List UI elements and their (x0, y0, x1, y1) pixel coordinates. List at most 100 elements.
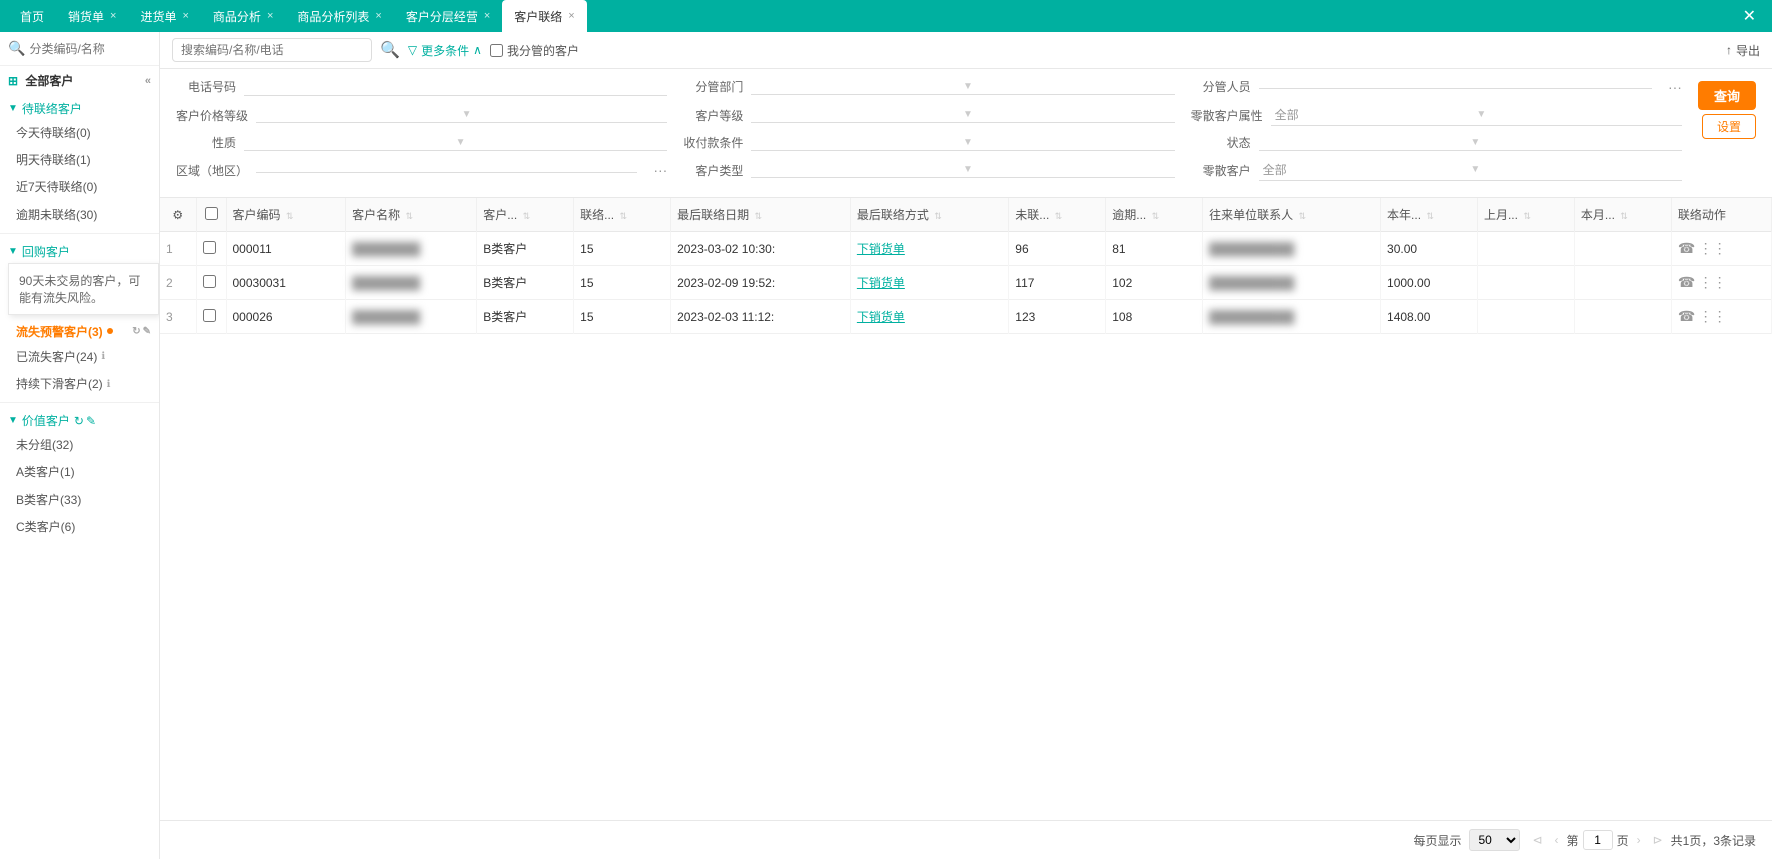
export-btn[interactable]: ↑ 导出 (1726, 42, 1760, 59)
tab-goods-list-close[interactable]: × (375, 10, 381, 22)
customer-type-arrow: ▼ (963, 164, 1171, 175)
sidebar-section-churn[interactable]: ▼ 回购客户 (0, 238, 159, 263)
col-last-contact-date[interactable]: 最后联络日期 ⇅ (671, 198, 851, 232)
col-overdue-sort-icon: ⇅ (1152, 211, 1160, 221)
tab-sales-close[interactable]: × (110, 10, 116, 22)
region-dots[interactable]: ··· (653, 162, 667, 178)
dept-select[interactable]: ▼ (751, 79, 1174, 95)
edit-icon[interactable]: ✎ (143, 326, 151, 337)
sidebar-item-overdue[interactable]: 逾期未联络(30) (0, 202, 159, 229)
tab-goods-analysis[interactable]: 商品分析 × (201, 0, 285, 32)
col-this-year[interactable]: 本年... ⇅ (1381, 198, 1478, 232)
col-name[interactable]: 客户名称 ⇅ (346, 198, 477, 232)
col-last-contact-method[interactable]: 最后联络方式 ⇅ (850, 198, 1008, 232)
tab-customer-contact[interactable]: 客户联络 × (502, 0, 586, 32)
zero-customer-select[interactable]: 全部 ▼ (1259, 159, 1682, 181)
customer-type-select[interactable]: ▼ (751, 162, 1174, 178)
sidebar-item-churn-declining[interactable]: 持续下滑客户(2) ℹ (0, 371, 159, 398)
per-page-select[interactable]: 50 100 200 (1469, 829, 1520, 851)
cell-last-contact-method[interactable]: 下销货单 (850, 232, 1008, 266)
sidebar-item-today[interactable]: 今天待联络(0) (0, 120, 159, 147)
sidebar-item-tomorrow[interactable]: 明天待联络(1) (0, 147, 159, 174)
phone-input[interactable] (244, 77, 667, 96)
cell-checkbox[interactable] (196, 266, 226, 300)
more-conditions-btn[interactable]: ▽ 更多条件 ∧ (408, 42, 482, 59)
col-contact[interactable]: 联络... ⇅ (574, 198, 671, 232)
action-more-icon[interactable]: ⋮⋮ (1699, 274, 1727, 290)
value-refresh-icon[interactable]: ↻ (74, 414, 84, 428)
action-contact-icon[interactable]: ☎ (1678, 240, 1695, 256)
tab-customer-segment-close[interactable]: × (484, 10, 490, 22)
person-select[interactable] (1259, 84, 1652, 89)
zero-attr-label: 零散客户属性 (1191, 107, 1263, 124)
search-input[interactable] (172, 38, 372, 62)
action-contact-icon[interactable]: ☎ (1678, 274, 1695, 290)
price-level-select[interactable]: ▼ (256, 107, 667, 123)
payment-select[interactable]: ▼ (751, 135, 1174, 151)
col-type[interactable]: 客户... ⇅ (477, 198, 574, 232)
action-more-icon[interactable]: ⋮⋮ (1699, 240, 1727, 256)
status-select[interactable]: ▼ (1259, 135, 1682, 151)
value-edit-icon[interactable]: ✎ (86, 414, 96, 428)
sidebar-search-input[interactable] (29, 42, 160, 56)
col-unit-contact[interactable]: 往来单位联系人 ⇅ (1203, 198, 1381, 232)
tab-home[interactable]: 首页 (8, 0, 56, 32)
query-button[interactable]: 查询 (1698, 81, 1756, 110)
pending-section-label: 待联络客户 (22, 100, 82, 117)
my-customers-checkbox-label[interactable]: 我分管的客户 (490, 42, 579, 59)
sidebar-search-icon: 🔍 (8, 40, 25, 57)
cell-checkbox[interactable] (196, 300, 226, 334)
tab-purchase-close[interactable]: × (182, 10, 188, 22)
search-button[interactable]: 🔍 (380, 40, 400, 60)
sidebar-item-unsegmented[interactable]: 未分组(32) (0, 432, 159, 459)
sidebar-item-class-c[interactable]: C类客户(6) (0, 514, 159, 541)
tab-customer-segment[interactable]: 客户分层经营 × (394, 0, 502, 32)
select-all-checkbox[interactable] (205, 207, 218, 220)
sidebar-item-week[interactable]: 近7天待联络(0) (0, 174, 159, 201)
customer-level-select[interactable]: ▼ (751, 107, 1174, 123)
sidebar-section-pending[interactable]: ▼ 待联络客户 (0, 95, 159, 120)
tab-goods-list[interactable]: 商品分析列表 × (285, 0, 393, 32)
settings-button[interactable]: 设置 (1702, 114, 1756, 139)
action-contact-icon[interactable]: ☎ (1678, 308, 1695, 324)
first-page-btn[interactable]: ⊲ (1528, 831, 1546, 849)
cell-actions: ☎ ⋮⋮ (1671, 232, 1771, 266)
col-settings[interactable]: ⚙ (160, 198, 196, 232)
page-input[interactable] (1583, 830, 1613, 850)
tab-purchase[interactable]: 进货单 × (128, 0, 200, 32)
col-checkbox[interactable] (196, 198, 226, 232)
last-page-btn[interactable]: ⊳ (1649, 831, 1667, 849)
prev-page-btn[interactable]: ‹ (1551, 831, 1563, 849)
sidebar-item-churn-lost[interactable]: 已流失客户(24) ℹ (0, 344, 159, 371)
cell-checkbox[interactable] (196, 232, 226, 266)
region-label: 区域（地区） (176, 162, 248, 179)
col-overdue[interactable]: 逾期... ⇅ (1106, 198, 1203, 232)
sidebar-item-churn-warning[interactable]: 流失预警客户(3) ↻ ✎ (0, 319, 159, 344)
next-page-btn[interactable]: › (1633, 831, 1645, 849)
cell-type: B类客户 (477, 300, 574, 334)
customer-level-arrow: ▼ (963, 109, 1171, 120)
cell-num: 3 (160, 300, 196, 334)
sidebar-all-customers[interactable]: ⊞ 全部客户 « (0, 66, 159, 95)
window-close-button[interactable]: ✕ (1735, 6, 1764, 26)
col-this-month[interactable]: 本月... ⇅ (1574, 198, 1671, 232)
sidebar-section-value[interactable]: ▼ 价值客户 ↻ ✎ (0, 407, 159, 432)
action-more-icon[interactable]: ⋮⋮ (1699, 308, 1727, 324)
zero-attr-select[interactable]: 全部 ▼ (1271, 104, 1682, 126)
tab-sales[interactable]: 销货单 × (56, 0, 128, 32)
zero-attr-arrow: ▼ (1476, 109, 1678, 120)
col-code[interactable]: 客户编码 ⇅ (226, 198, 346, 232)
region-select[interactable] (256, 168, 637, 173)
my-customers-checkbox[interactable] (490, 44, 503, 57)
refresh-icon[interactable]: ↻ (132, 326, 140, 337)
gender-select[interactable]: ▼ (244, 135, 667, 151)
col-last-month[interactable]: 上月... ⇅ (1477, 198, 1574, 232)
tab-goods-analysis-close[interactable]: × (267, 10, 273, 22)
person-dots[interactable]: ··· (1668, 79, 1682, 95)
col-uncontacted[interactable]: 未联... ⇅ (1009, 198, 1106, 232)
sidebar-item-class-a[interactable]: A类客户(1) (0, 459, 159, 486)
cell-last-contact-method[interactable]: 下销货单 (850, 266, 1008, 300)
cell-last-contact-method[interactable]: 下销货单 (850, 300, 1008, 334)
sidebar-item-class-b[interactable]: B类客户(33) (0, 487, 159, 514)
tab-customer-contact-close[interactable]: × (568, 10, 574, 22)
